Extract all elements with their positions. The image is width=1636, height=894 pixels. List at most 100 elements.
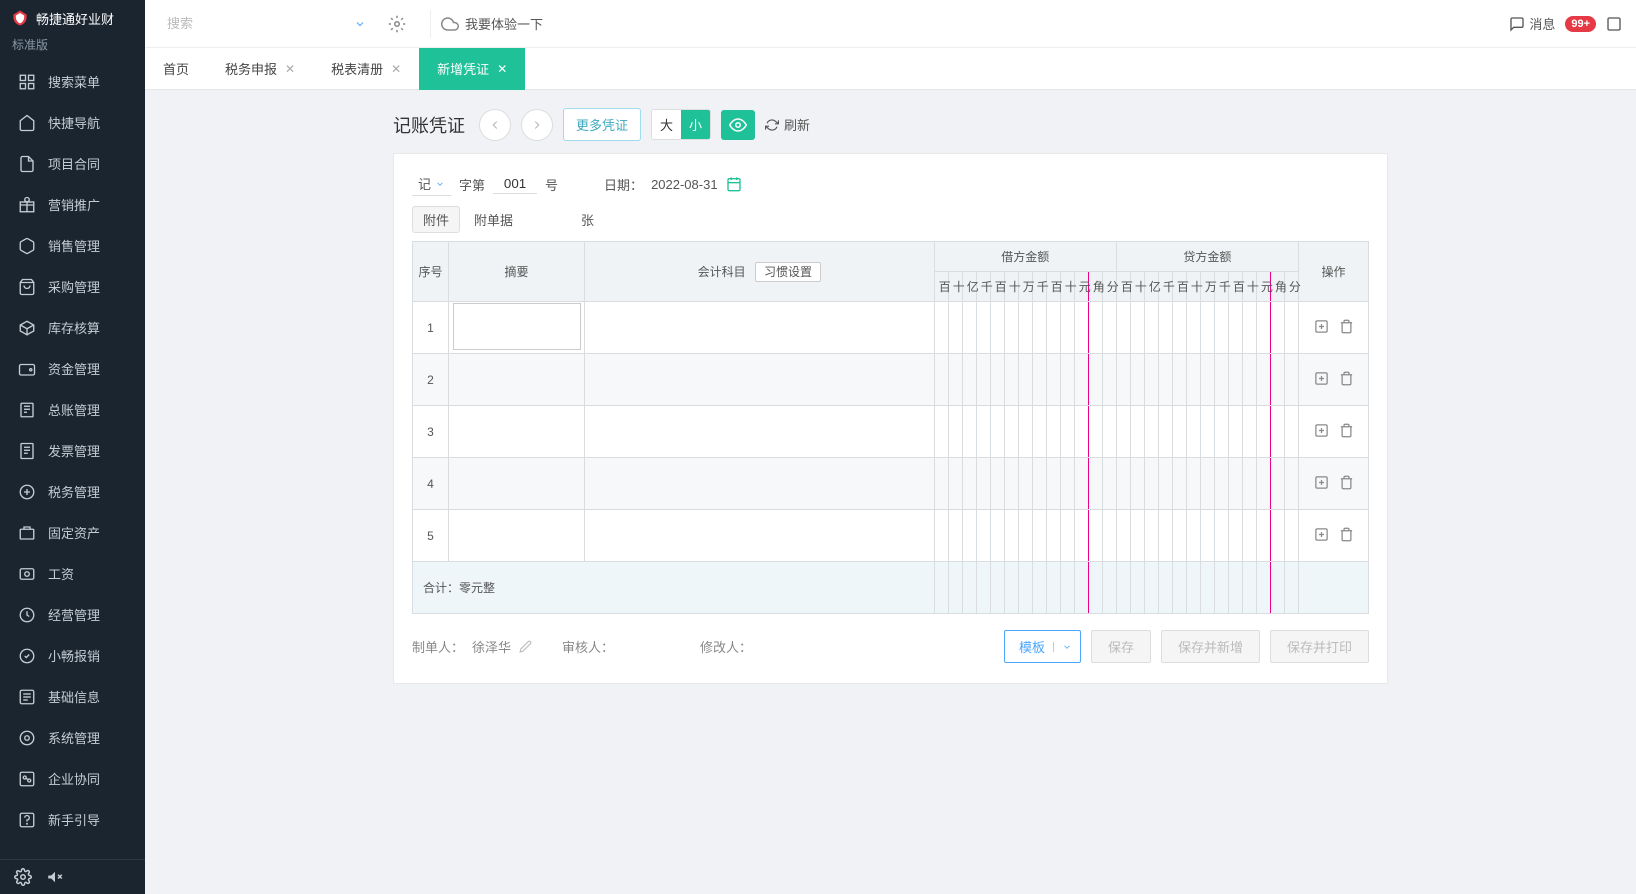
template-dropdown-icon[interactable] bbox=[1053, 642, 1076, 652]
digit-cell[interactable] bbox=[1284, 562, 1298, 614]
digit-cell[interactable] bbox=[1102, 562, 1116, 614]
size-small[interactable]: 小 bbox=[681, 110, 710, 139]
digit-cell[interactable] bbox=[1158, 562, 1172, 614]
close-icon[interactable]: ✕ bbox=[285, 62, 295, 76]
digit-cell[interactable] bbox=[1074, 302, 1088, 354]
digit-cell[interactable] bbox=[1242, 406, 1256, 458]
digit-cell[interactable] bbox=[1158, 458, 1172, 510]
digit-cell[interactable] bbox=[1284, 302, 1298, 354]
digit-cell[interactable] bbox=[1116, 562, 1130, 614]
digit-cell[interactable] bbox=[1256, 510, 1270, 562]
digit-cell[interactable] bbox=[1256, 562, 1270, 614]
digit-cell[interactable] bbox=[1060, 458, 1074, 510]
digit-cell[interactable] bbox=[976, 302, 990, 354]
digit-cell[interactable] bbox=[948, 302, 962, 354]
digit-cell[interactable] bbox=[1228, 510, 1242, 562]
digit-cell[interactable] bbox=[1074, 562, 1088, 614]
digit-cell[interactable] bbox=[1144, 562, 1158, 614]
search-box[interactable] bbox=[159, 8, 374, 40]
try-button[interactable]: 我要体验一下 bbox=[441, 14, 543, 33]
digit-cell[interactable] bbox=[1130, 302, 1144, 354]
topbar-extra-icon[interactable] bbox=[1606, 16, 1622, 32]
digit-cell[interactable] bbox=[1074, 406, 1088, 458]
digit-cell[interactable] bbox=[1214, 510, 1228, 562]
digit-cell[interactable] bbox=[990, 458, 1004, 510]
digit-cell[interactable] bbox=[1214, 458, 1228, 510]
digit-cell[interactable] bbox=[962, 406, 976, 458]
digit-cell[interactable] bbox=[1088, 354, 1102, 406]
sidebar-item-2[interactable]: 项目合同 bbox=[0, 143, 145, 184]
delete-row-icon[interactable] bbox=[1339, 423, 1354, 438]
insert-row-icon[interactable] bbox=[1314, 319, 1329, 334]
digit-cell[interactable] bbox=[1228, 458, 1242, 510]
digit-cell[interactable] bbox=[1186, 458, 1200, 510]
digit-cell[interactable] bbox=[1088, 302, 1102, 354]
row-subject[interactable] bbox=[585, 302, 935, 354]
digit-cell[interactable] bbox=[990, 354, 1004, 406]
digit-cell[interactable] bbox=[1284, 458, 1298, 510]
tab-0[interactable]: 首页 bbox=[145, 48, 207, 90]
chevron-down-icon[interactable] bbox=[354, 18, 366, 30]
sidebar-item-18[interactable]: 新手引导 bbox=[0, 799, 145, 840]
digit-cell[interactable] bbox=[1032, 510, 1046, 562]
digit-cell[interactable] bbox=[1200, 458, 1214, 510]
insert-row-icon[interactable] bbox=[1314, 371, 1329, 386]
edit-creator-icon[interactable] bbox=[519, 640, 532, 653]
preview-button[interactable] bbox=[721, 110, 755, 140]
digit-cell[interactable] bbox=[1144, 458, 1158, 510]
insert-row-icon[interactable] bbox=[1314, 423, 1329, 438]
digit-cell[interactable] bbox=[1228, 354, 1242, 406]
digit-cell[interactable] bbox=[1144, 302, 1158, 354]
tab-1[interactable]: 税务申报✕ bbox=[207, 48, 313, 90]
digit-cell[interactable] bbox=[1270, 354, 1284, 406]
digit-cell[interactable] bbox=[1018, 406, 1032, 458]
digit-cell[interactable] bbox=[1004, 510, 1018, 562]
digit-cell[interactable] bbox=[1018, 562, 1032, 614]
digit-cell[interactable] bbox=[976, 510, 990, 562]
digit-cell[interactable] bbox=[1018, 302, 1032, 354]
sidebar-item-4[interactable]: 销售管理 bbox=[0, 225, 145, 266]
size-large[interactable]: 大 bbox=[652, 110, 681, 139]
sidebar-item-16[interactable]: 系统管理 bbox=[0, 717, 145, 758]
next-voucher-button[interactable] bbox=[521, 109, 553, 141]
gear-icon[interactable] bbox=[388, 15, 406, 33]
digit-cell[interactable] bbox=[1130, 406, 1144, 458]
digit-cell[interactable] bbox=[1270, 302, 1284, 354]
digit-cell[interactable] bbox=[1018, 354, 1032, 406]
digit-cell[interactable] bbox=[1158, 406, 1172, 458]
digit-cell[interactable] bbox=[1158, 354, 1172, 406]
digit-cell[interactable] bbox=[1242, 510, 1256, 562]
notification-badge[interactable]: 99+ bbox=[1565, 16, 1596, 32]
digit-cell[interactable] bbox=[1088, 562, 1102, 614]
digit-cell[interactable] bbox=[1228, 562, 1242, 614]
sidebar-item-17[interactable]: 企业协同 bbox=[0, 758, 145, 799]
digit-cell[interactable] bbox=[1004, 406, 1018, 458]
row-abstract[interactable] bbox=[449, 406, 585, 458]
digit-cell[interactable] bbox=[1200, 302, 1214, 354]
save-button[interactable]: 保存 bbox=[1091, 630, 1151, 663]
digit-cell[interactable] bbox=[1130, 562, 1144, 614]
digit-cell[interactable] bbox=[1186, 354, 1200, 406]
insert-row-icon[interactable] bbox=[1314, 527, 1329, 542]
digit-cell[interactable] bbox=[1074, 510, 1088, 562]
digit-cell[interactable] bbox=[1004, 458, 1018, 510]
digit-cell[interactable] bbox=[1130, 354, 1144, 406]
digit-cell[interactable] bbox=[1046, 354, 1060, 406]
digit-cell[interactable] bbox=[1200, 406, 1214, 458]
digit-cell[interactable] bbox=[1200, 562, 1214, 614]
digit-cell[interactable] bbox=[948, 354, 962, 406]
close-icon[interactable]: ✕ bbox=[391, 62, 401, 76]
digit-cell[interactable] bbox=[990, 406, 1004, 458]
digit-cell[interactable] bbox=[1200, 354, 1214, 406]
sidebar-item-7[interactable]: 资金管理 bbox=[0, 348, 145, 389]
tab-2[interactable]: 税表清册✕ bbox=[313, 48, 419, 90]
digit-cell[interactable] bbox=[1004, 302, 1018, 354]
digit-cell[interactable] bbox=[1116, 302, 1130, 354]
sidebar-item-9[interactable]: 发票管理 bbox=[0, 430, 145, 471]
row-subject[interactable] bbox=[585, 406, 935, 458]
digit-cell[interactable] bbox=[1046, 302, 1060, 354]
digit-cell[interactable] bbox=[1172, 302, 1186, 354]
digit-cell[interactable] bbox=[1144, 354, 1158, 406]
digit-cell[interactable] bbox=[1284, 510, 1298, 562]
digit-cell[interactable] bbox=[1284, 406, 1298, 458]
